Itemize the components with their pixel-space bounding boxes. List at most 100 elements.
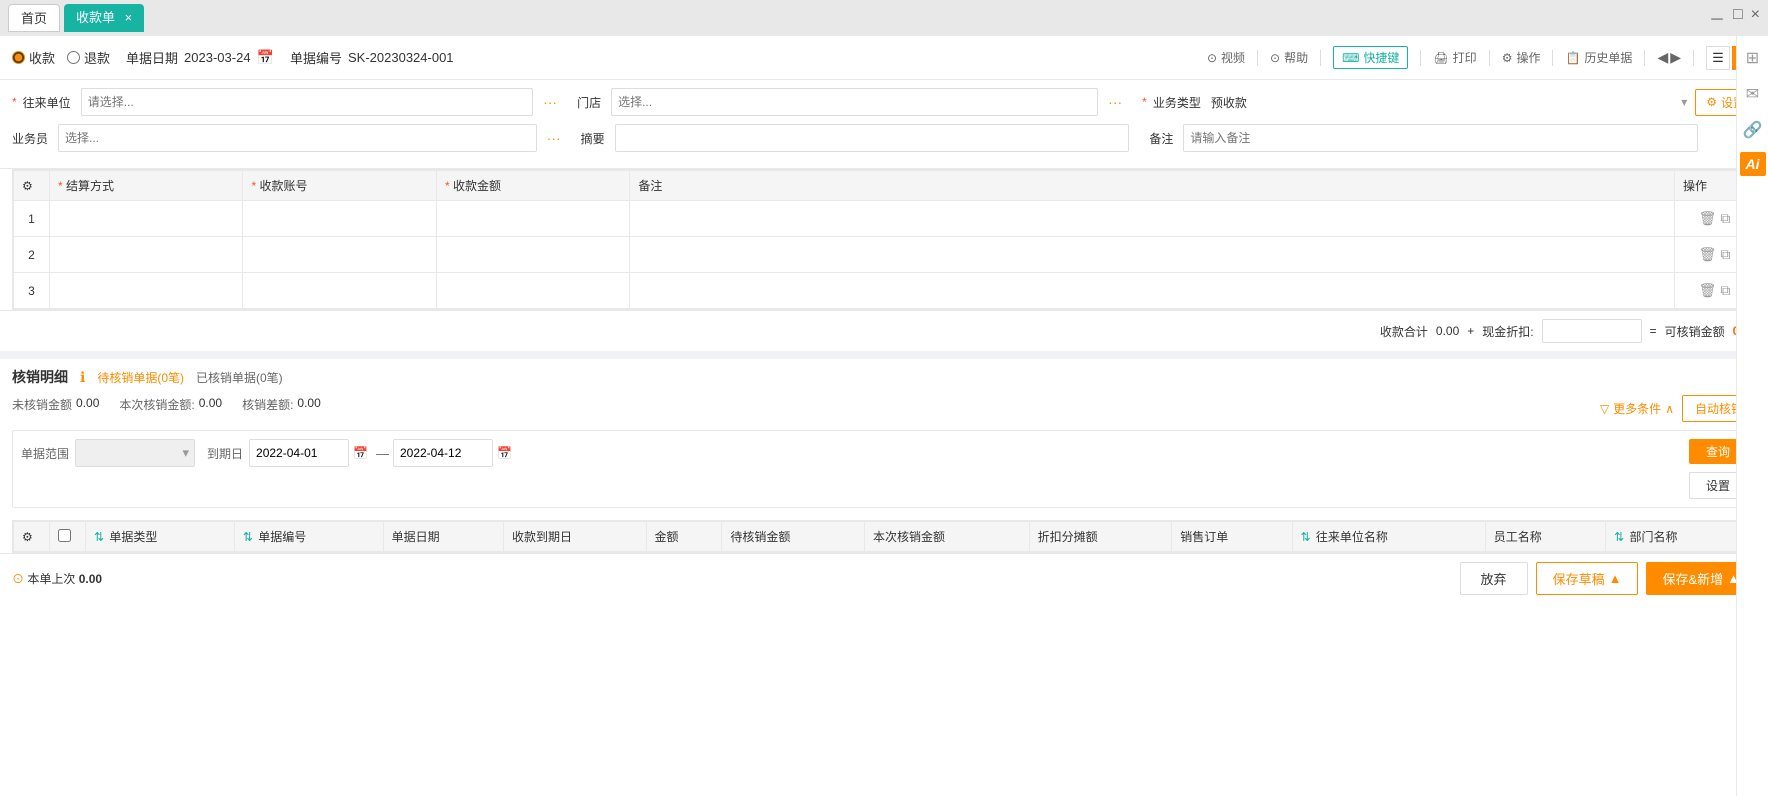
calendar-start-icon[interactable]: 📅 — [353, 446, 368, 460]
cell-settlement-3[interactable] — [50, 273, 243, 309]
copy-icon-3[interactable]: ⧉ — [1720, 282, 1730, 299]
footer-info-icon: ⊙ — [12, 572, 24, 586]
completed-tab[interactable]: 已核销单据(0笔) — [196, 369, 283, 386]
bth-current: 本次核销金额 — [864, 522, 1029, 552]
shortcut-btn[interactable]: ⌨ 快捷键 — [1333, 46, 1408, 69]
right-sidebar: ⊞ ✉ 🔗 Ai — [1736, 36, 1768, 796]
counterpart-required: * — [12, 95, 17, 109]
calendar-icon[interactable]: 📅 — [257, 49, 274, 66]
toolbar-right: ⊙ 视频 ⊙ 帮助 ⌨ 快捷键 🖨 打印 ⚙ 操作 — [1207, 46, 1756, 70]
link-icon[interactable]: 🔗 — [1739, 116, 1767, 144]
tab-receipt[interactable]: 收款单 × — [64, 4, 144, 32]
date-end-input[interactable] — [393, 439, 493, 467]
date-separator: — — [376, 446, 389, 461]
nav-arrows: ◀ ▶ — [1657, 49, 1681, 66]
cell-account-2[interactable] — [243, 237, 436, 273]
print-btn[interactable]: 🖨 打印 — [1433, 49, 1476, 66]
cell-remark-3[interactable] — [630, 273, 1675, 309]
salesperson-label: 业务员 — [12, 130, 48, 147]
current-stat: 本次核销金额: 0.00 — [119, 396, 222, 413]
salesperson-more-icon[interactable]: ··· — [547, 130, 561, 146]
tab-close-icon[interactable]: × — [125, 10, 133, 25]
bth-sales-order: 销售订单 — [1172, 522, 1292, 552]
delete-icon-2[interactable]: 🗑 — [1699, 246, 1717, 263]
maximize-icon[interactable]: □ — [1733, 6, 1743, 30]
draft-dropdown-icon[interactable]: ▲ — [1609, 571, 1622, 586]
info-icon[interactable]: ℹ — [80, 369, 85, 386]
row-num-2: 2 — [14, 237, 50, 273]
window-controls: － □ × — [1709, 6, 1760, 30]
operation-btn[interactable]: ⚙ 操作 — [1502, 49, 1541, 66]
prev-arrow-icon[interactable]: ◀ — [1657, 49, 1668, 66]
refund-radio[interactable]: 退款 — [67, 48, 110, 67]
discount-input[interactable] — [1542, 319, 1642, 343]
save-draft-btn[interactable]: 保存草稿 ▲ — [1536, 562, 1639, 595]
cell-settlement-1[interactable] — [50, 201, 243, 237]
th-amount: * 收款金额 — [436, 171, 629, 201]
table-icon[interactable]: ⊞ — [1742, 44, 1763, 72]
delete-icon-1[interactable]: 🗑 — [1699, 210, 1717, 227]
cell-settlement-2[interactable] — [50, 237, 243, 273]
table-row: 3 🗑 ⧉ — [14, 273, 1755, 309]
ai-icon[interactable]: Ai — [1740, 152, 1766, 176]
range-select[interactable] — [75, 439, 195, 467]
more-conditions-btn[interactable]: ▽ 更多条件 ∧ — [1600, 400, 1674, 417]
help-btn[interactable]: ⊙ 帮助 — [1270, 49, 1308, 66]
date-start-input[interactable] — [249, 439, 349, 467]
close-icon[interactable]: × — [1751, 6, 1760, 30]
bth-department: ⇅ 部门名称 — [1606, 522, 1755, 552]
cell-amount-3[interactable] — [436, 273, 629, 309]
salesperson-input[interactable] — [58, 124, 537, 152]
discard-btn[interactable]: 放弃 — [1460, 562, 1528, 595]
sort-icon-dept[interactable]: ⇅ — [1614, 530, 1624, 544]
cell-remark-1[interactable] — [630, 201, 1675, 237]
minimize-icon[interactable]: － — [1709, 6, 1725, 30]
cell-account-1[interactable] — [243, 201, 436, 237]
counterpart-input[interactable] — [81, 88, 533, 116]
sort-icon-type[interactable]: ⇅ — [94, 530, 104, 544]
copy-icon-1[interactable]: ⧉ — [1720, 210, 1730, 227]
divider — [1420, 50, 1421, 66]
divider — [1489, 50, 1490, 66]
calendar-end-icon[interactable]: 📅 — [497, 446, 512, 460]
summary-input[interactable] — [615, 124, 1130, 152]
remark-input[interactable] — [1183, 124, 1698, 152]
plus-sign: + — [1467, 324, 1474, 338]
biz-type-value: 预收款 — [1211, 94, 1675, 111]
total-value: 0.00 — [1436, 324, 1459, 338]
verification-section: 核销明细 ℹ 待核销单据(0笔) 已核销单据(0笔) 未核销金额 0.00 本次… — [0, 359, 1768, 520]
th-settings[interactable]: ⚙ — [14, 171, 50, 201]
cell-amount-1[interactable] — [436, 201, 629, 237]
chevron-up-icon: ∧ — [1665, 402, 1674, 416]
next-arrow-icon[interactable]: ▶ — [1670, 49, 1681, 66]
pending-tab[interactable]: 待核销单据(0笔) — [97, 369, 184, 386]
email-icon[interactable]: ✉ — [1742, 80, 1763, 108]
tab-home[interactable]: 首页 — [8, 4, 60, 32]
receipt-type-group: 收款 退款 — [12, 48, 110, 67]
biz-type-dropdown-icon[interactable]: ▾ — [1681, 95, 1687, 109]
th-account: * 收款账号 — [243, 171, 436, 201]
cell-remark-2[interactable] — [630, 237, 1675, 273]
copy-icon-2[interactable]: ⧉ — [1720, 246, 1730, 263]
select-all-checkbox[interactable] — [58, 529, 71, 542]
counterpart-more-icon[interactable]: ··· — [543, 94, 557, 110]
store-input[interactable] — [611, 88, 1098, 116]
main-content: 收款 退款 单据日期 2023-03-24 📅 单据编号 SK-20230324… — [0, 36, 1768, 796]
number-value: SK-20230324-001 — [348, 50, 454, 65]
divider — [1644, 50, 1645, 66]
video-btn[interactable]: ⊙ 视频 — [1207, 49, 1245, 66]
delete-icon-3[interactable]: 🗑 — [1699, 282, 1717, 299]
sort-icon-counterpart[interactable]: ⇅ — [1301, 530, 1311, 544]
cell-amount-2[interactable] — [436, 237, 629, 273]
section-divider — [0, 351, 1768, 359]
date-label: 到期日 — [207, 445, 243, 462]
receipt-radio[interactable]: 收款 — [12, 48, 55, 67]
store-more-icon[interactable]: ··· — [1108, 94, 1122, 110]
summary-field: 摘要 — [581, 124, 1130, 152]
biz-type-required: * — [1142, 95, 1147, 109]
list-view-btn[interactable]: ☰ — [1706, 46, 1730, 70]
bth-settings[interactable]: ⚙ — [14, 522, 50, 552]
cell-account-3[interactable] — [243, 273, 436, 309]
sort-icon-number[interactable]: ⇅ — [243, 530, 253, 544]
history-btn[interactable]: 📋 历史单据 — [1565, 49, 1632, 66]
